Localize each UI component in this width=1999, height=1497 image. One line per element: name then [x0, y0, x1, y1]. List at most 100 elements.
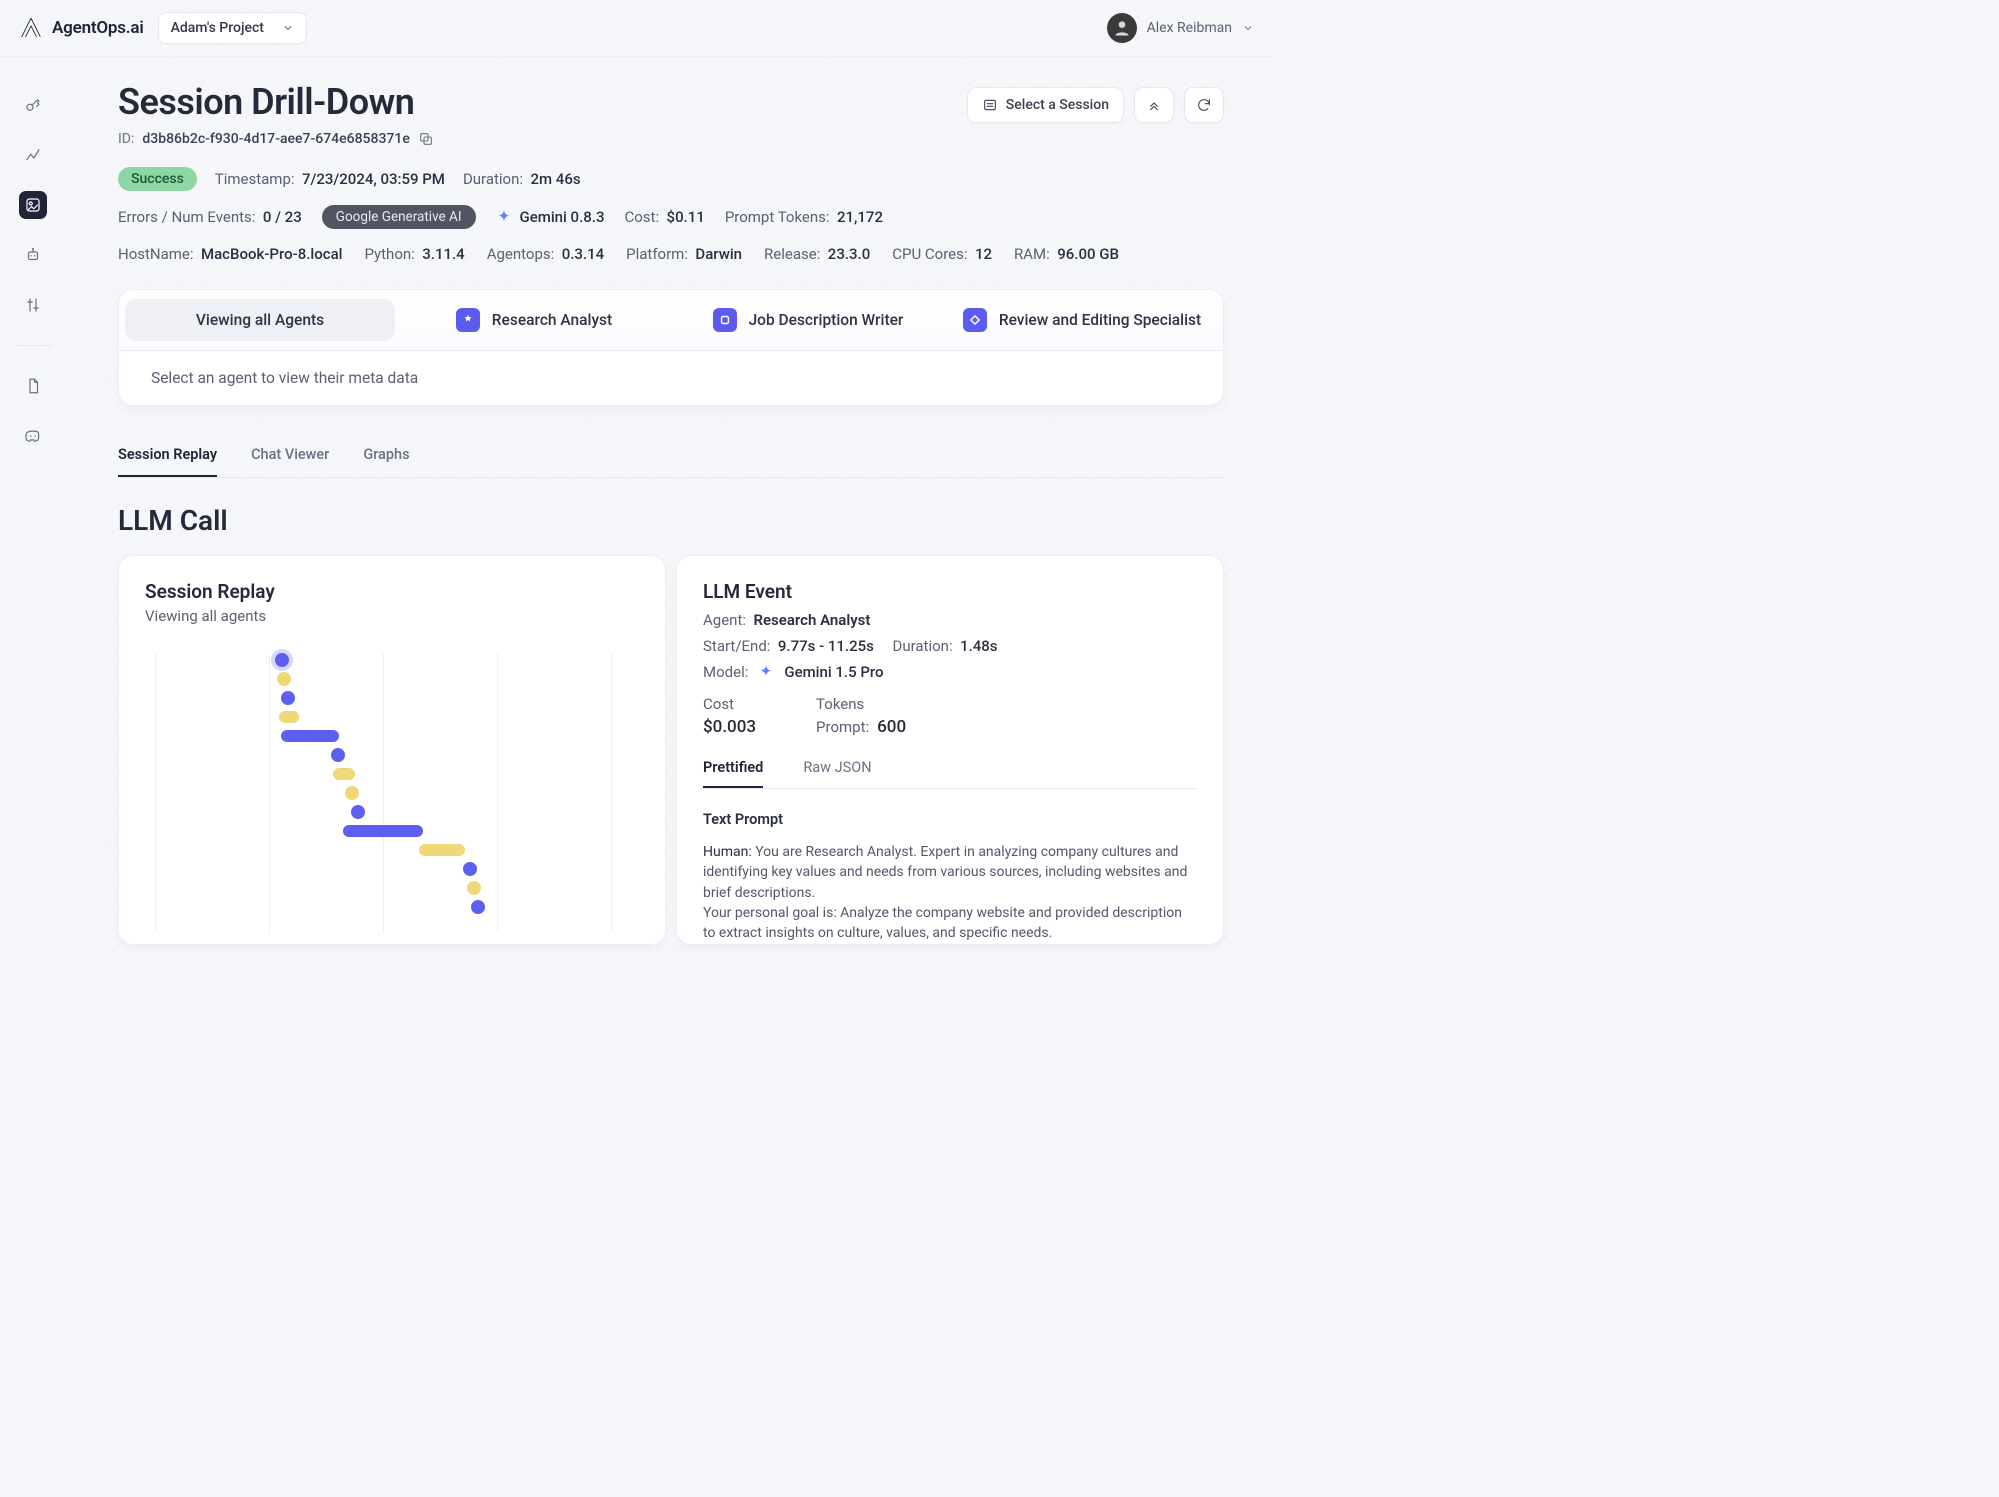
nav-discord[interactable]	[19, 422, 47, 450]
errors-value: 0 / 23	[263, 208, 302, 226]
agent-icon	[713, 308, 737, 332]
agent-tab-jdwriter[interactable]: Job Description Writer	[673, 296, 943, 344]
tab-prettified[interactable]: Prettified	[703, 759, 763, 788]
refresh-button[interactable]	[1184, 87, 1224, 123]
model-chip: Gemini 0.8.3	[520, 208, 605, 226]
session-replay-chart[interactable]	[155, 653, 639, 933]
evt-cost-value: $0.003	[703, 717, 756, 737]
python-value: 3.11.4	[422, 245, 464, 263]
nav-docs[interactable]	[19, 372, 47, 400]
timeline-event[interactable]	[463, 862, 477, 876]
agents-subtext: Select an agent to view their meta data	[119, 351, 1223, 405]
agentops-label: Agentops:	[487, 245, 555, 263]
collapse-button[interactable]	[1134, 87, 1174, 123]
prompt-p1: You are Research Analyst. Expert in anal…	[703, 844, 1187, 901]
timeline-event[interactable]	[467, 881, 481, 895]
nav-keys[interactable]	[19, 91, 47, 119]
timeline-event[interactable]	[277, 672, 291, 686]
evt-cost-label: Cost	[703, 695, 756, 713]
tab-raw-json[interactable]: Raw JSON	[803, 759, 871, 788]
duration-value: 2m 46s	[530, 170, 580, 188]
duration-label: Duration:	[463, 170, 523, 188]
tab-graphs[interactable]: Graphs	[363, 446, 409, 477]
cost-label: Cost:	[624, 208, 659, 226]
tab-session-replay[interactable]: Session Replay	[118, 446, 217, 477]
nav-agents[interactable]	[19, 241, 47, 269]
host-label: HostName:	[118, 245, 194, 263]
platform-value: Darwin	[695, 245, 742, 263]
select-session-button[interactable]: Select a Session	[967, 87, 1124, 123]
agent-label: Agent:	[703, 611, 746, 629]
nav-compare[interactable]	[19, 291, 47, 319]
timeline-event[interactable]	[343, 825, 423, 837]
refresh-icon	[1196, 97, 1212, 113]
timeline-event[interactable]	[279, 711, 299, 723]
agent-icon	[456, 308, 480, 332]
brand-text: AgentOps.ai	[52, 18, 144, 38]
section-title: LLM Call	[118, 504, 1224, 537]
startend-value: 9.77s - 11.25s	[778, 637, 874, 655]
timeline-event[interactable]	[351, 805, 365, 819]
nav-sessions[interactable]	[19, 191, 47, 219]
timeline-event[interactable]	[419, 844, 465, 856]
id-label: ID:	[118, 131, 134, 147]
evt-dur-label: Duration:	[893, 637, 953, 655]
agent-tab-all[interactable]: Viewing all Agents	[125, 299, 395, 341]
ptokens-label: Prompt Tokens:	[725, 208, 830, 226]
timeline-event[interactable]	[275, 653, 289, 667]
session-id: d3b86b2c-f930-4d17-aee7-674e6858371e	[142, 131, 409, 147]
release-value: 23.3.0	[828, 245, 870, 263]
cost-value: $0.11	[667, 208, 705, 226]
brand-logo-icon	[18, 15, 44, 41]
chart-grid	[155, 653, 639, 933]
model-value: Gemini 1.5 Pro	[784, 663, 883, 681]
errors-label: Errors / Num Events:	[118, 208, 255, 226]
timeline-event[interactable]	[333, 768, 355, 780]
prompt-body: Human: You are Research Analyst. Expert …	[703, 842, 1197, 943]
user-name: Alex Reibman	[1147, 20, 1232, 36]
ram-label: RAM:	[1014, 245, 1050, 263]
timeline-event[interactable]	[281, 730, 339, 742]
startend-label: Start/End:	[703, 637, 770, 655]
ram-value: 96.00 GB	[1057, 245, 1119, 263]
nav-analytics[interactable]	[19, 141, 47, 169]
agentops-value: 0.3.14	[562, 245, 604, 263]
python-label: Python:	[364, 245, 414, 263]
agent-tab-research[interactable]: Research Analyst	[399, 296, 669, 344]
cpu-label: CPU Cores:	[892, 245, 967, 263]
timestamp-value: 7/23/2024, 03:59 PM	[302, 170, 445, 188]
evt-ptok-value: 600	[877, 717, 906, 737]
agent-tab-label: Review and Editing Specialist	[999, 311, 1201, 329]
agent-tab-label: Research Analyst	[492, 311, 612, 329]
copy-icon[interactable]	[418, 131, 434, 147]
model-label: Model:	[703, 663, 748, 681]
timestamp-label: Timestamp:	[215, 170, 295, 188]
sparkle-icon	[496, 209, 512, 225]
provider-pill: Google Generative AI	[322, 205, 476, 229]
list-icon	[982, 97, 998, 113]
chevron-down-icon	[1242, 22, 1254, 34]
evt-tokens-label: Tokens	[816, 695, 906, 713]
select-session-label: Select a Session	[1006, 97, 1109, 113]
timeline-event[interactable]	[345, 786, 359, 800]
timeline-event[interactable]	[331, 748, 345, 762]
cpu-value: 12	[975, 245, 992, 263]
user-menu[interactable]: Alex Reibman	[1107, 13, 1254, 43]
replay-title: Session Replay	[145, 580, 639, 603]
evt-ptok-label: Prompt:	[816, 718, 869, 736]
agent-tab-all-label: Viewing all Agents	[196, 311, 324, 329]
agent-tab-review[interactable]: Review and Editing Specialist	[947, 296, 1217, 344]
tab-chat-viewer[interactable]: Chat Viewer	[251, 446, 329, 477]
page-title: Session Drill-Down	[118, 81, 434, 123]
timeline-event[interactable]	[281, 691, 295, 705]
prompt-p2: Your personal goal is: Analyze the compa…	[703, 905, 1182, 941]
timeline-event[interactable]	[471, 900, 485, 914]
evt-dur-value: 1.48s	[960, 637, 997, 655]
side-rail	[0, 57, 66, 952]
rail-divider	[16, 345, 50, 346]
agents-card: Viewing all Agents Research Analyst Job …	[118, 289, 1224, 406]
project-selector[interactable]: Adam's Project	[158, 12, 307, 44]
brand[interactable]: AgentOps.ai	[18, 15, 144, 41]
chevrons-up-icon	[1146, 97, 1162, 113]
host-value: MacBook-Pro-8.local	[201, 245, 343, 263]
